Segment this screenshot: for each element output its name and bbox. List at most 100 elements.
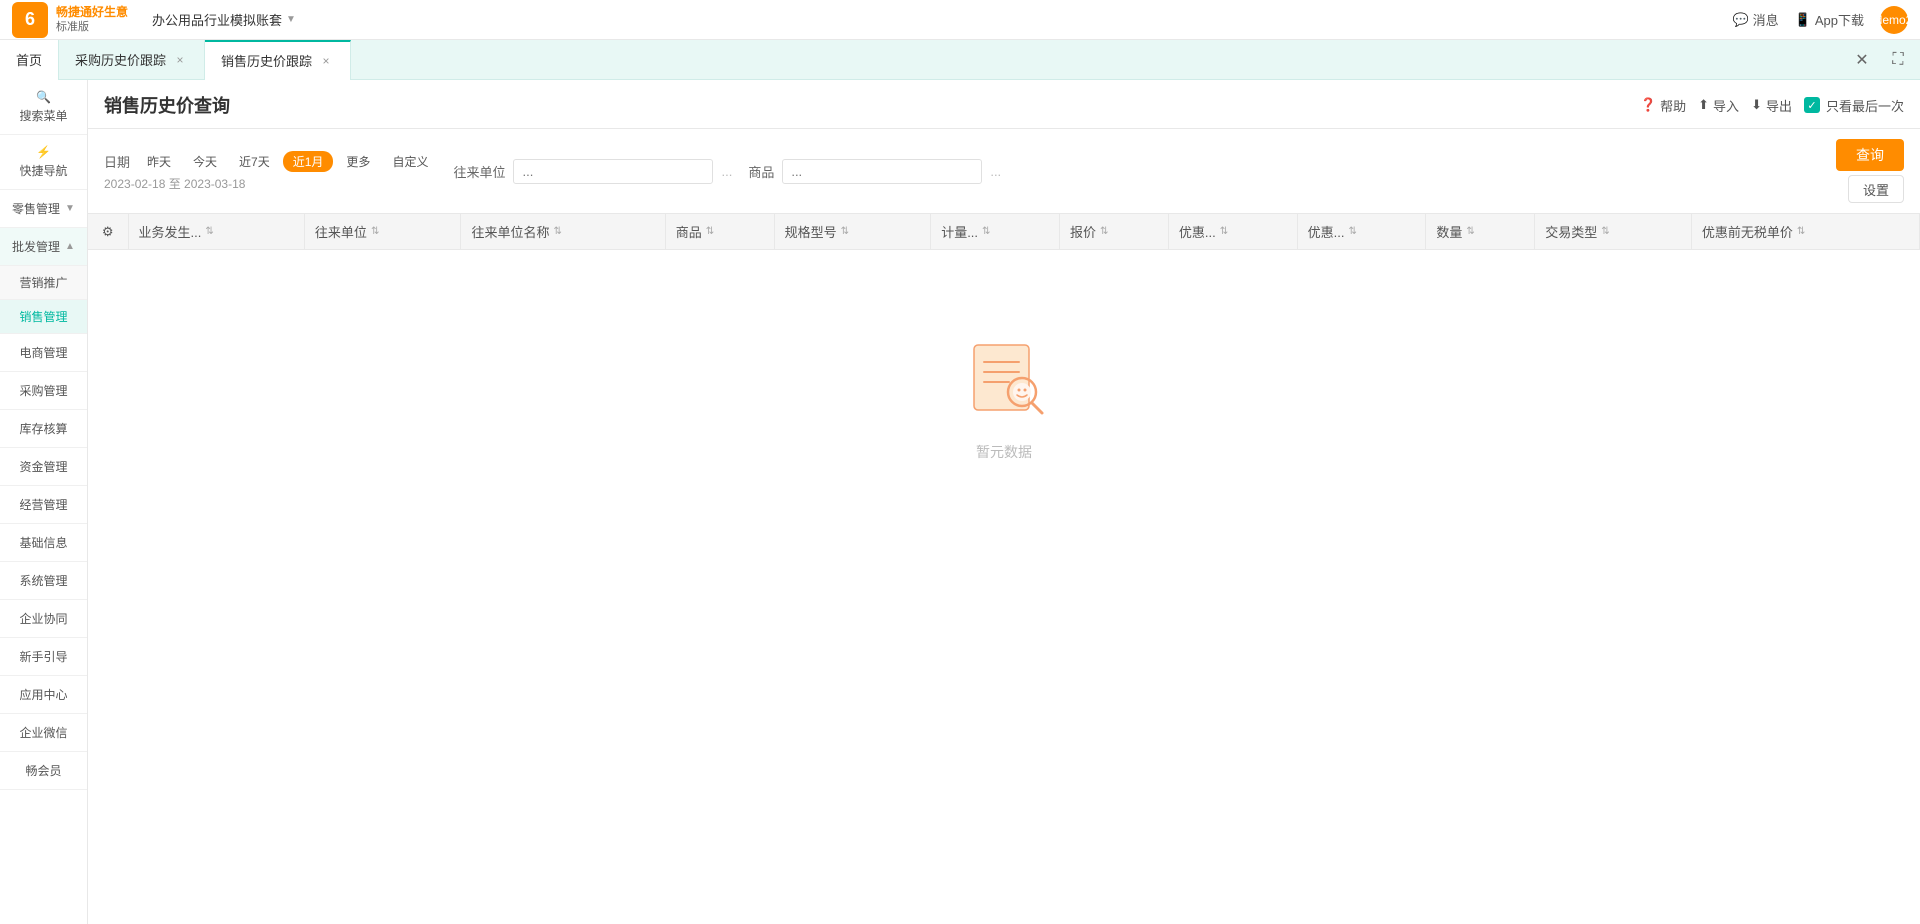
- sort-icon-qty: ⇅: [1466, 226, 1474, 237]
- col-pre-tax-price[interactable]: 优惠前无税单价⇅: [1691, 214, 1919, 250]
- sort-icon-partner-name: ⇅: [554, 226, 562, 237]
- sidebar-item-operations[interactable]: 经营管理: [0, 486, 87, 524]
- sort-icon-quote: ⇅: [1100, 226, 1108, 237]
- main-layout: 🔍 搜索菜单 ⚡ 快捷导航 零售管理 ▼ 批发管理 ▲ 营销推广 销售管理 电商…: [0, 80, 1920, 924]
- message-btn[interactable]: 💬 消息: [1732, 10, 1778, 29]
- page-title-row: 销售历史价查询 ❓ 帮助 ⬆ 导入 ⬇ 导出 ✓: [104, 92, 1904, 128]
- tab-close-all-btn[interactable]: ✕: [1848, 46, 1876, 74]
- checkbox-icon: ✓: [1804, 97, 1820, 113]
- empty-text: 暂元数据: [976, 442, 1032, 462]
- product-filter-input[interactable]: [782, 159, 982, 184]
- workspace-selector[interactable]: 办公用品行业模拟账套 ▼: [152, 10, 296, 29]
- product-filter-label: 商品: [748, 162, 774, 181]
- partner-filter-group: 往来单位 ...: [453, 159, 732, 184]
- col-unit[interactable]: 计量...⇅: [931, 214, 1060, 250]
- sidebar-item-search-menu[interactable]: 🔍 搜索菜单: [0, 80, 87, 135]
- col-settings[interactable]: ⚙: [88, 214, 128, 250]
- date-btn-more[interactable]: 更多: [337, 150, 379, 173]
- partner-filter-input[interactable]: [513, 159, 713, 184]
- page-title: 销售历史价查询: [104, 92, 230, 118]
- date-range-display: 2023-02-18 至 2023-03-18: [104, 175, 437, 192]
- sidebar-item-system[interactable]: 系统管理: [0, 562, 87, 600]
- col-product[interactable]: 商品⇅: [665, 214, 774, 250]
- search-icon: 🔍: [36, 90, 51, 104]
- sidebar-item-marketing[interactable]: 营销推广: [0, 266, 87, 300]
- col-partner-code[interactable]: 往来单位⇅: [304, 214, 461, 250]
- product-filter-dots: ...: [990, 164, 1001, 179]
- sort-icon-discount1: ⇅: [1220, 226, 1228, 237]
- last-only-btn[interactable]: ✓ 只看最后一次: [1804, 96, 1904, 115]
- date-options: 昨天 今天 近7天 近1月 更多 自定义: [138, 150, 437, 173]
- retail-arrow-icon: ▼: [65, 203, 75, 214]
- settings-button[interactable]: 设置: [1848, 175, 1904, 203]
- sidebar-item-basic-info[interactable]: 基础信息: [0, 524, 87, 562]
- tab-maximize-btn[interactable]: ⛶: [1884, 46, 1912, 74]
- sidebar-item-retail[interactable]: 零售管理 ▼: [0, 190, 87, 228]
- import-icon: ⬆: [1698, 97, 1709, 113]
- query-button[interactable]: 查询: [1836, 139, 1904, 171]
- sidebar-item-sales-mgmt[interactable]: 销售管理: [0, 300, 87, 334]
- app-download-btn[interactable]: 📱 App下载: [1795, 10, 1864, 29]
- sort-icon: ⇅: [205, 226, 213, 237]
- sort-icon-unit: ⇅: [982, 226, 990, 237]
- date-btn-yesterday[interactable]: 昨天: [138, 150, 180, 173]
- col-partner-name[interactable]: 往来单位名称⇅: [461, 214, 665, 250]
- empty-icon: [954, 330, 1054, 430]
- top-header: 6 畅捷通好生意 标准版 办公用品行业模拟账套 ▼ 💬 消息 📱 App下载 d…: [0, 0, 1920, 40]
- sort-icon-discount2: ⇅: [1348, 226, 1356, 237]
- help-icon: ❓: [1640, 97, 1656, 113]
- tab-purchase-history[interactable]: 采购历史价跟踪 ×: [59, 40, 205, 80]
- date-btn-7days[interactable]: 近7天: [230, 150, 279, 173]
- wholesale-arrow-icon: ▲: [65, 241, 75, 252]
- sidebar-item-wholesale[interactable]: 批发管理 ▲: [0, 228, 87, 266]
- col-quantity[interactable]: 数量⇅: [1426, 214, 1535, 250]
- tab-sales-history[interactable]: 销售历史价跟踪 ×: [205, 40, 351, 80]
- tab-sales-history-close[interactable]: ×: [318, 53, 334, 69]
- tab-purchase-history-close[interactable]: ×: [172, 52, 188, 68]
- table-container: ⚙ 业务发生...⇅ 往来单位⇅ 往来单位名称⇅ 商品⇅: [88, 214, 1920, 924]
- empty-state: 暂元数据: [88, 250, 1920, 542]
- date-btn-custom[interactable]: 自定义: [383, 150, 437, 173]
- col-trade-type[interactable]: 交易类型⇅: [1535, 214, 1692, 250]
- quick-nav-icon: ⚡: [36, 145, 51, 159]
- sidebar-item-ecommerce[interactable]: 电商管理: [0, 334, 87, 372]
- user-avatar[interactable]: demo2: [1880, 6, 1908, 34]
- import-btn[interactable]: ⬆ 导入: [1698, 96, 1739, 115]
- sidebar-item-quick-nav[interactable]: ⚡ 快捷导航: [0, 135, 87, 190]
- date-filter-label: 日期: [104, 152, 130, 171]
- help-btn[interactable]: ❓ 帮助: [1640, 96, 1686, 115]
- col-discount2[interactable]: 优惠...⇅: [1297, 214, 1426, 250]
- table-header: ⚙ 业务发生...⇅ 往来单位⇅ 往来单位名称⇅ 商品⇅: [88, 214, 1920, 250]
- settings-icon: ⚙: [102, 224, 114, 239]
- col-spec[interactable]: 规格型号⇅: [774, 214, 931, 250]
- sidebar-item-purchase[interactable]: 采购管理: [0, 372, 87, 410]
- sort-icon-spec: ⇅: [841, 226, 849, 237]
- tab-bar: 首页 采购历史价跟踪 × 销售历史价跟踪 × ✕ ⛶: [0, 40, 1920, 80]
- sidebar-item-app-center[interactable]: 应用中心: [0, 676, 87, 714]
- filter-date-group: 日期 昨天 今天 近7天 近1月 更多 自定义 2023-02-18 至 202…: [104, 150, 437, 192]
- page-actions: ❓ 帮助 ⬆ 导入 ⬇ 导出 ✓ 只看最后一次: [1640, 96, 1904, 115]
- col-discount1[interactable]: 优惠...⇅: [1168, 214, 1297, 250]
- date-btn-today[interactable]: 今天: [184, 150, 226, 173]
- header-left: 6 畅捷通好生意 标准版 办公用品行业模拟账套 ▼: [12, 2, 296, 38]
- sidebar-item-member[interactable]: 畅会员: [0, 752, 87, 790]
- sort-icon-product: ⇅: [706, 226, 714, 237]
- export-btn[interactable]: ⬇ 导出: [1751, 96, 1792, 115]
- content-area: 销售历史价查询 ❓ 帮助 ⬆ 导入 ⬇ 导出 ✓: [88, 80, 1920, 924]
- sidebar-item-finance[interactable]: 资金管理: [0, 448, 87, 486]
- sidebar-item-enterprise[interactable]: 企业协同: [0, 600, 87, 638]
- filter-bar: 日期 昨天 今天 近7天 近1月 更多 自定义 2023-02-18 至 202…: [88, 129, 1920, 214]
- date-btn-1month[interactable]: 近1月: [283, 151, 334, 172]
- product-filter-group: 商品 ...: [748, 159, 1001, 184]
- app-logo: 6: [12, 2, 48, 38]
- sidebar-item-inventory[interactable]: 库存核算: [0, 410, 87, 448]
- sort-icon-trade: ⇅: [1601, 226, 1609, 237]
- sort-icon-pretax: ⇅: [1797, 226, 1805, 237]
- tab-home[interactable]: 首页: [0, 40, 59, 80]
- sidebar-item-guide[interactable]: 新手引导: [0, 638, 87, 676]
- col-quote-price[interactable]: 报价⇅: [1059, 214, 1168, 250]
- sidebar-item-wechat[interactable]: 企业微信: [0, 714, 87, 752]
- export-icon: ⬇: [1751, 97, 1762, 113]
- partner-filter-label: 往来单位: [453, 162, 505, 181]
- col-biz-date[interactable]: 业务发生...⇅: [128, 214, 304, 250]
